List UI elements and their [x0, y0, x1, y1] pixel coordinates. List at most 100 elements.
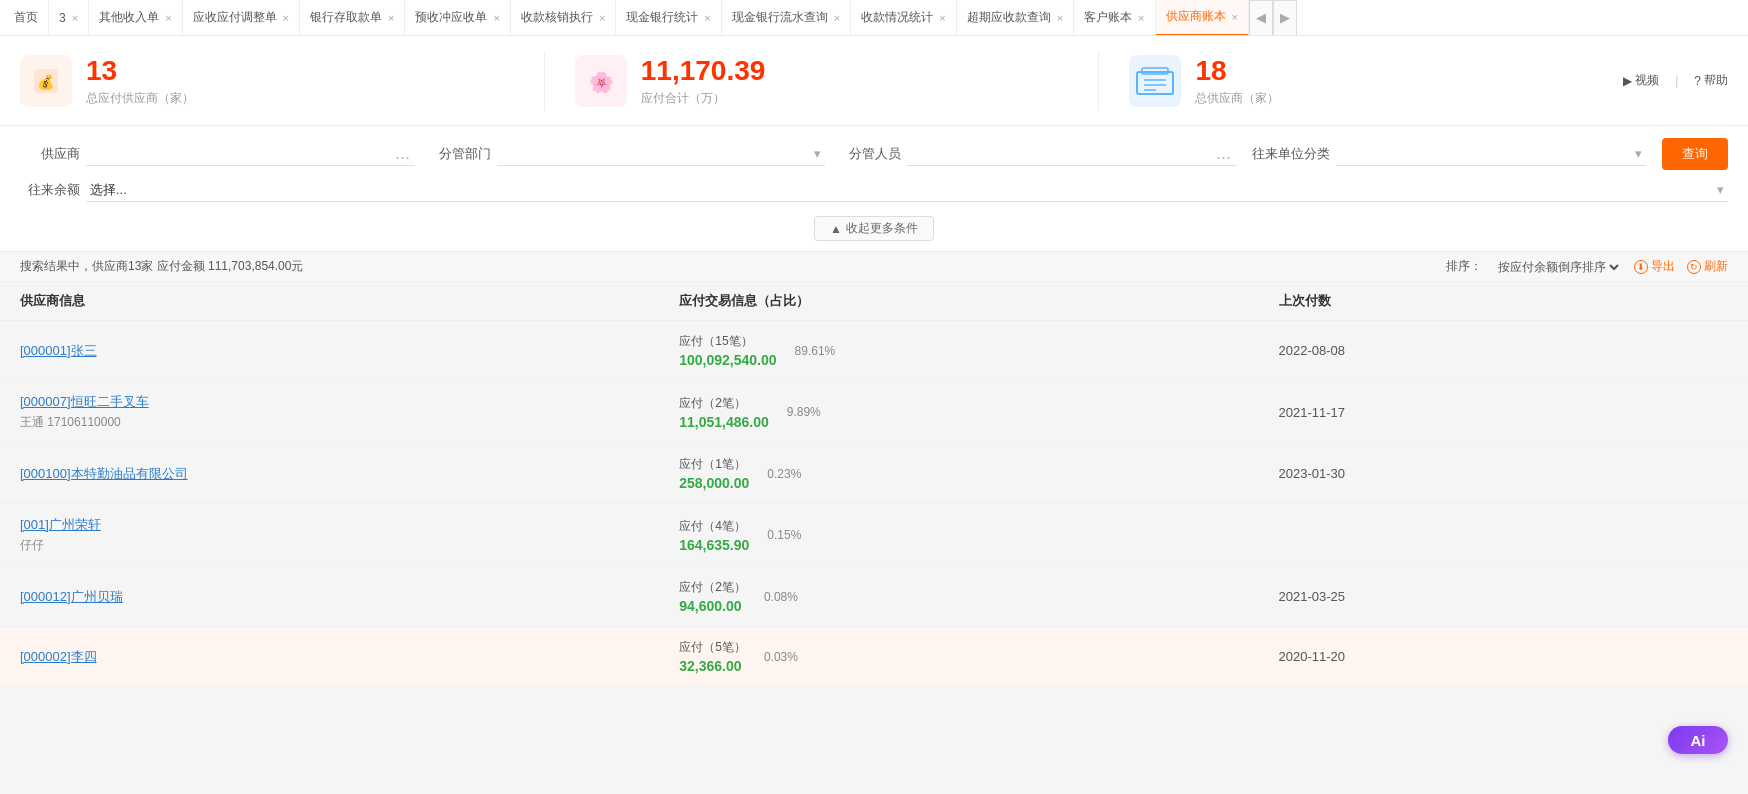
- nav-tab-receipt-stat[interactable]: 收款情况统计 ×: [851, 0, 956, 36]
- nav-next-arrow[interactable]: ▶: [1273, 0, 1297, 36]
- close-icon[interactable]: ×: [1232, 11, 1238, 23]
- payable-suppliers-label: 总应付供应商（家）: [86, 90, 194, 107]
- last-pay-cell: 2021-11-17: [1279, 405, 1728, 420]
- person-dots-icon[interactable]: …: [1216, 145, 1232, 163]
- last-pay-date: 2022-08-08: [1279, 343, 1346, 358]
- ai-assistant-button[interactable]: Ai: [1668, 726, 1728, 754]
- nav-tab-bank[interactable]: 银行存取款单 ×: [300, 0, 405, 36]
- sort-select[interactable]: 按应付余额倒序排序: [1494, 259, 1622, 275]
- supplier-dots-icon[interactable]: …: [395, 145, 411, 163]
- pay-pct: 89.61%: [795, 344, 836, 358]
- total-suppliers-icon: [1129, 55, 1181, 107]
- pay-info-cell: 应付（4笔） 164,635.90 0.15%: [679, 518, 1278, 553]
- nav-tab-supplier-ledger[interactable]: 供应商账本 ×: [1156, 0, 1249, 36]
- video-label: 视频: [1635, 72, 1659, 89]
- svg-text:💰: 💰: [37, 74, 55, 91]
- category-select[interactable]: [1340, 146, 1643, 161]
- nav-tab-cash-stat-label: 现金银行统计: [626, 9, 698, 26]
- close-icon[interactable]: ×: [165, 12, 171, 24]
- nav-tab-prepay[interactable]: 预收冲应收单 ×: [405, 0, 510, 36]
- result-actions: 排序： 按应付余额倒序排序 ⬇ 导出 ↻ 刷新: [1446, 258, 1728, 275]
- pay-pct: 0.03%: [764, 650, 798, 664]
- header-supplier-info: 供应商信息: [20, 292, 679, 310]
- last-pay-cell: 2022-08-08: [1279, 343, 1728, 358]
- supplier-name-link[interactable]: [000002]李四: [20, 648, 679, 666]
- close-icon[interactable]: ×: [1057, 12, 1063, 24]
- close-icon[interactable]: ×: [388, 12, 394, 24]
- export-button[interactable]: ⬇ 导出: [1634, 258, 1675, 275]
- person-label: 分管人员: [841, 145, 901, 163]
- stat-payable-suppliers: 💰 13 总应付供应商（家）: [20, 54, 514, 107]
- close-icon[interactable]: ×: [704, 12, 710, 24]
- close-icon[interactable]: ×: [599, 12, 605, 24]
- payable-total-number: 11,170.39: [641, 54, 766, 88]
- close-icon[interactable]: ×: [939, 12, 945, 24]
- dept-select[interactable]: [501, 146, 822, 161]
- result-bar: 搜索结果中，供应商13家 应付金额 111,703,854.00元 排序： 按应…: [0, 252, 1748, 282]
- nav-tab-adjust[interactable]: 应收应付调整单 ×: [183, 0, 300, 36]
- table-row[interactable]: [000001]张三 应付（15笔） 100,092,540.00 89.61%…: [0, 321, 1748, 381]
- pay-count: 应付（5笔）: [679, 639, 746, 656]
- supplier-name-link[interactable]: [001]广州荣轩: [20, 516, 679, 534]
- nav-tab-cash-flow[interactable]: 现金银行流水查询 ×: [722, 0, 851, 36]
- person-input[interactable]: [911, 146, 1232, 161]
- stat-divider-1: [544, 51, 545, 111]
- collapse-button[interactable]: ▲ 收起更多条件: [814, 216, 934, 241]
- person-input-wrap: …: [907, 142, 1236, 166]
- table-row[interactable]: [000002]李四 应付（5笔） 32,366.00 0.03% 2020-1…: [0, 627, 1748, 687]
- nav-tab-cash-stat[interactable]: 现金银行统计 ×: [616, 0, 721, 36]
- table-row[interactable]: [000007]恒旺二手叉车 王通 17106110000 应付（2笔） 11,…: [0, 381, 1748, 444]
- payable-total-label: 应付合计（万）: [641, 90, 766, 107]
- payable-total-icon: 🌸: [575, 55, 627, 107]
- nav-tab-customer-ledger[interactable]: 客户账本 ×: [1074, 0, 1155, 36]
- supplier-name-link[interactable]: [000012]广州贝瑞: [20, 588, 679, 606]
- query-button[interactable]: 查询: [1662, 138, 1728, 170]
- video-icon: ▶: [1623, 74, 1632, 88]
- header-last-pay: 上次付数: [1279, 292, 1728, 310]
- close-icon[interactable]: ×: [834, 12, 840, 24]
- supplier-name-link[interactable]: [000007]恒旺二手叉车: [20, 393, 679, 411]
- supplier-info-cell: [000001]张三: [20, 342, 679, 360]
- table-body: [000001]张三 应付（15笔） 100,092,540.00 89.61%…: [0, 321, 1748, 687]
- pay-info-cell: 应付（2笔） 11,051,486.00 9.89%: [679, 395, 1278, 430]
- category-label: 往来单位分类: [1252, 145, 1330, 163]
- balance-select-wrap: 选择... ▾: [86, 178, 1728, 202]
- refresh-icon: ↻: [1687, 260, 1701, 274]
- supplier-input[interactable]: [90, 146, 411, 161]
- pay-amount: 258,000.00: [679, 475, 749, 491]
- filter-dept: 分管部门 ▾: [431, 142, 826, 166]
- nav-tab-other-income-label: 其他收入单: [99, 9, 159, 26]
- table-row[interactable]: [000100]本特勤油品有限公司 应付（1笔） 258,000.00 0.23…: [0, 444, 1748, 504]
- nav-tab-overdue[interactable]: 超期应收款查询 ×: [957, 0, 1074, 36]
- supplier-name-link[interactable]: [000100]本特勤油品有限公司: [20, 465, 679, 483]
- supplier-contact: 仔仔: [20, 537, 679, 554]
- close-icon[interactable]: ×: [493, 12, 499, 24]
- nav-tab-prepay-label: 预收冲应收单: [415, 9, 487, 26]
- stat-total-suppliers-info: 18 总供应商（家）: [1195, 54, 1279, 107]
- nav-tab-collection[interactable]: 收款核销执行 ×: [511, 0, 616, 36]
- video-link[interactable]: ▶ 视频: [1623, 72, 1659, 89]
- nav-tab-overdue-label: 超期应收款查询: [967, 9, 1051, 26]
- help-link[interactable]: ? 帮助: [1694, 72, 1728, 89]
- nav-tab-3[interactable]: 3 ×: [49, 0, 89, 36]
- dept-label: 分管部门: [431, 145, 491, 163]
- table-row[interactable]: [000012]广州贝瑞 应付（2笔） 94,600.00 0.08% 2021…: [0, 567, 1748, 627]
- nav-tab-home[interactable]: 首页: [4, 0, 49, 36]
- balance-select[interactable]: 选择...: [90, 182, 1724, 197]
- table-row[interactable]: [001]广州荣轩 仔仔 应付（4笔） 164,635.90 0.15%: [0, 504, 1748, 567]
- supplier-label: 供应商: [20, 145, 80, 163]
- nav-prev-arrow[interactable]: ◀: [1249, 0, 1273, 36]
- total-suppliers-label: 总供应商（家）: [1195, 90, 1279, 107]
- pay-info-inner: 应付（5笔） 32,366.00 0.03%: [679, 639, 1278, 674]
- pay-info-cell: 应付（15笔） 100,092,540.00 89.61%: [679, 333, 1278, 368]
- filter-person: 分管人员 …: [841, 142, 1236, 166]
- close-icon[interactable]: ×: [1138, 12, 1144, 24]
- last-pay-date: 2020-11-20: [1279, 649, 1346, 664]
- supplier-name-link[interactable]: [000001]张三: [20, 342, 679, 360]
- nav-tab-other-income[interactable]: 其他收入单 ×: [89, 0, 182, 36]
- filter-supplier: 供应商 …: [20, 142, 415, 166]
- close-icon[interactable]: ×: [283, 12, 289, 24]
- nav-tab-cash-flow-label: 现金银行流水查询: [732, 9, 828, 26]
- close-icon[interactable]: ×: [72, 12, 78, 24]
- refresh-button[interactable]: ↻ 刷新: [1687, 258, 1728, 275]
